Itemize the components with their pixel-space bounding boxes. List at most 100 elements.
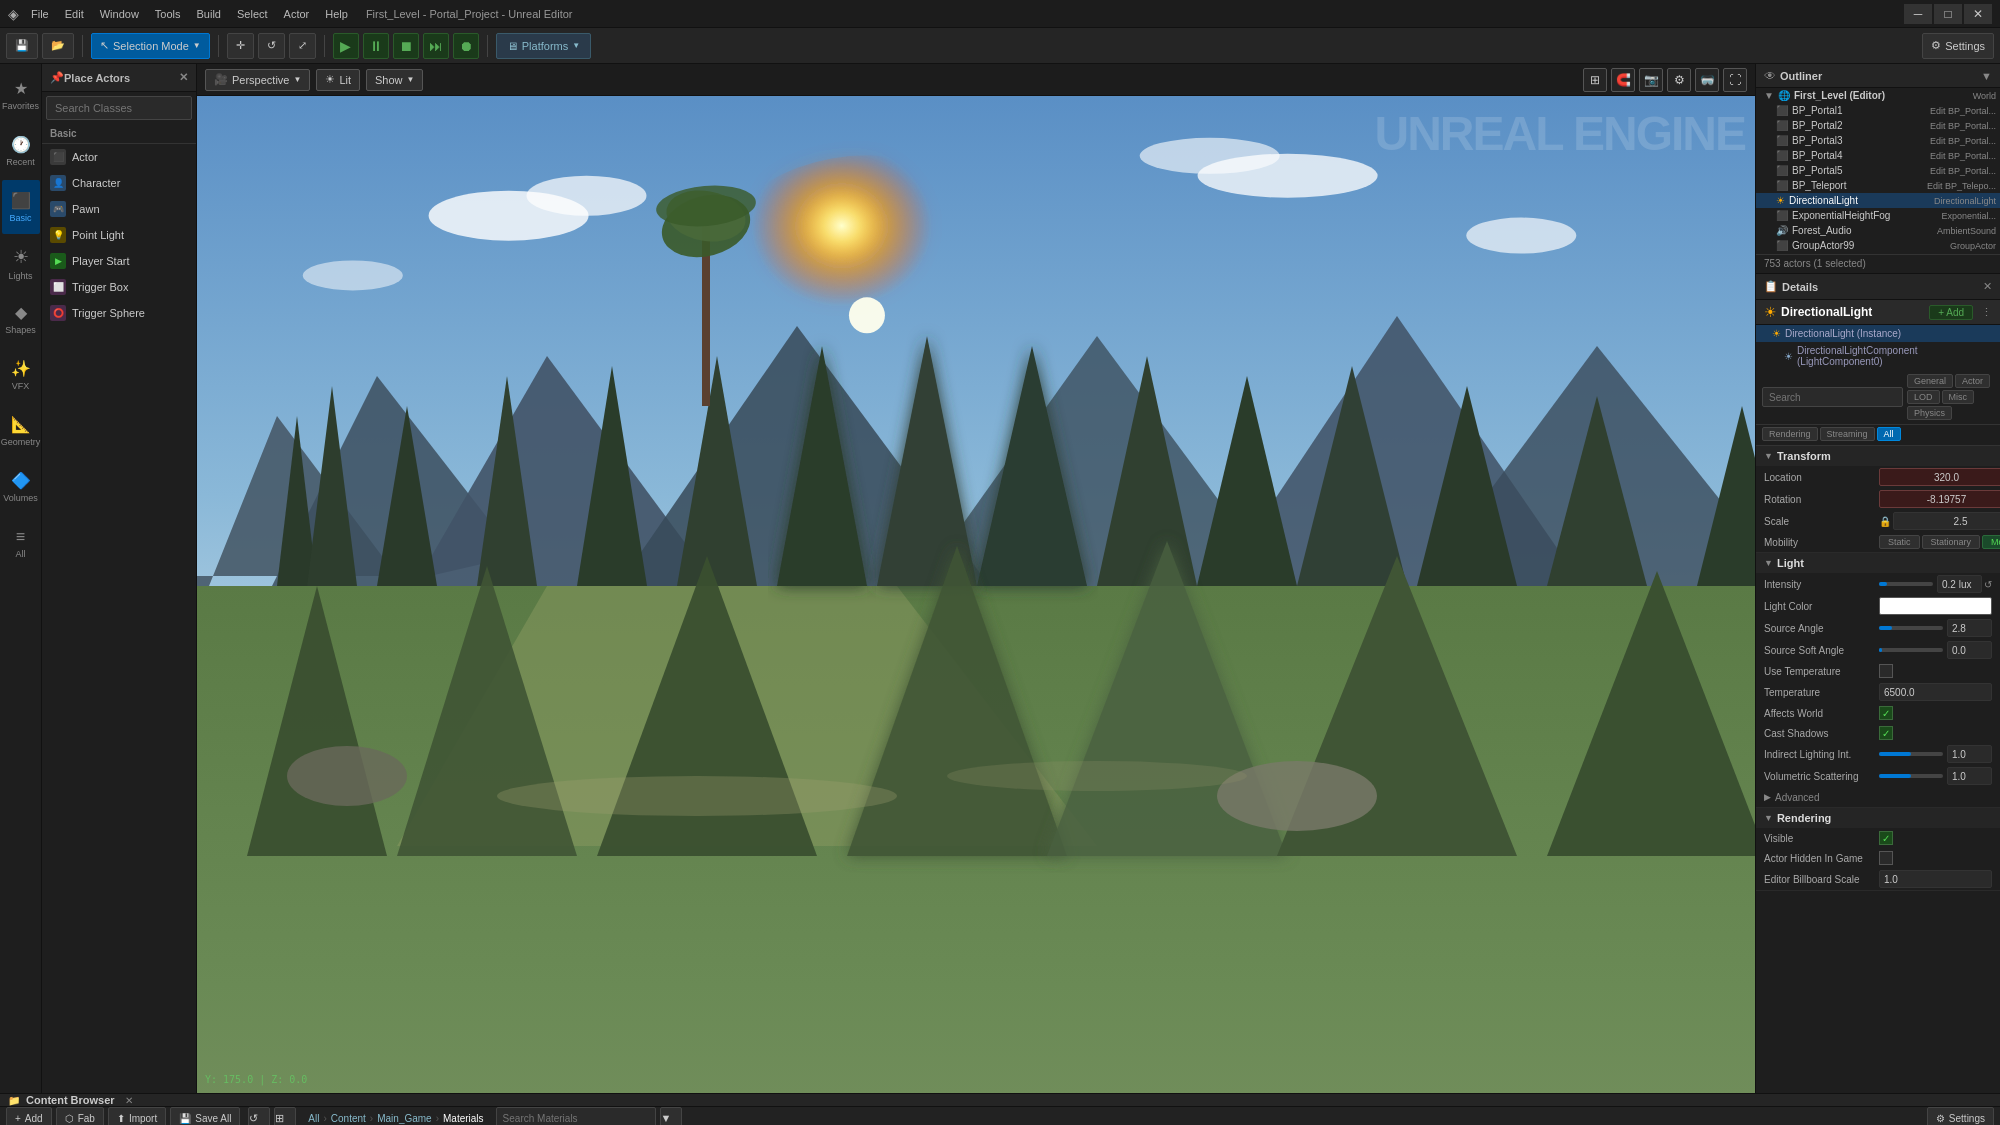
mobility-static-button[interactable]: Static	[1879, 535, 1920, 549]
breadcrumb-main-game[interactable]: Main_Game	[377, 1113, 431, 1124]
location-x-input[interactable]	[1879, 468, 2000, 486]
volumetric-scattering-value[interactable]: 1.0	[1947, 767, 1992, 785]
volumetric-scattering-track[interactable]	[1879, 774, 1943, 778]
skip-button[interactable]: ⏭	[423, 33, 449, 59]
outliner-filter-icon[interactable]: ▼	[1981, 70, 1992, 82]
use-temperature-checkbox[interactable]	[1879, 664, 1893, 678]
sidebar-item-all[interactable]: ≡ All	[2, 516, 40, 570]
scale-x-input[interactable]	[1893, 512, 2000, 530]
mobility-movable-button[interactable]: Movable	[1982, 535, 2000, 549]
stop-button[interactable]: ⏹	[393, 33, 419, 59]
details-more-icon[interactable]: ⋮	[1981, 306, 1992, 319]
actor-item-character[interactable]: 👤 Character	[42, 170, 196, 196]
open-button[interactable]: 📂	[42, 33, 74, 59]
sidebar-item-lights[interactable]: ☀ Lights	[2, 236, 40, 290]
visible-checkbox[interactable]: ✓	[1879, 831, 1893, 845]
outliner-item-exp-fog[interactable]: ⬛ ExponentialHeightFog Exponential...	[1756, 208, 2000, 223]
cb-add-button[interactable]: + Add	[6, 1107, 52, 1125]
menu-edit[interactable]: Edit	[57, 6, 92, 22]
rotate-button[interactable]: ↺	[258, 33, 285, 59]
outliner-item-bp-portal5[interactable]: ⬛ BP_Portal5 Edit BP_Portal...	[1756, 163, 2000, 178]
billboard-scale-value[interactable]: 1.0	[1879, 870, 1992, 888]
outliner-item-bp-portal4[interactable]: ⬛ BP_Portal4 Edit BP_Portal...	[1756, 148, 2000, 163]
cb-refresh-button[interactable]: ↺	[248, 1107, 270, 1125]
filter-tab-misc[interactable]: Misc	[1942, 390, 1975, 404]
filter-tab-general[interactable]: General	[1907, 374, 1953, 388]
viewport-icon-vr[interactable]: 🥽	[1695, 68, 1719, 92]
content-browser-close[interactable]: ✕	[125, 1095, 133, 1106]
sidebar-item-geometry[interactable]: 📐 Geometry	[2, 404, 40, 458]
menu-file[interactable]: File	[23, 6, 57, 22]
menu-window[interactable]: Window	[92, 6, 147, 22]
actor-item-point-light[interactable]: 💡 Point Light	[42, 222, 196, 248]
viewport-icon-camera[interactable]: 📷	[1639, 68, 1663, 92]
rotation-x-input[interactable]	[1879, 490, 2000, 508]
component-dlight-component[interactable]: ☀ DirectionalLightComponent (LightCompon…	[1756, 342, 2000, 370]
filter-tab-lod[interactable]: LOD	[1907, 390, 1940, 404]
selection-mode-button[interactable]: ↖ Selection Mode ▼	[91, 33, 210, 59]
intensity-slider-track[interactable]	[1879, 582, 1933, 586]
breadcrumb-materials[interactable]: Materials	[443, 1113, 484, 1124]
viewport-icon-snap[interactable]: 🧲	[1611, 68, 1635, 92]
breadcrumb-content[interactable]: Content	[331, 1113, 366, 1124]
cb-fab-button[interactable]: ⬡ Fab	[56, 1107, 104, 1125]
outliner-item-forest-audio[interactable]: 🔊 Forest_Audio AmbientSound	[1756, 223, 2000, 238]
menu-actor[interactable]: Actor	[276, 6, 318, 22]
viewport-icon-grid[interactable]: ⊞	[1583, 68, 1607, 92]
close-button[interactable]: ✕	[1964, 4, 1992, 24]
outliner-item-bp-portal1[interactable]: ⬛ BP_Portal1 Edit BP_Portal...	[1756, 103, 2000, 118]
cb-import-button[interactable]: ⬆ Import	[108, 1107, 166, 1125]
rendering-section-header[interactable]: ▼ Rendering	[1756, 808, 2000, 828]
actor-item-trigger-box[interactable]: ⬜ Trigger Box	[42, 274, 196, 300]
affects-world-checkbox[interactable]: ✓	[1879, 706, 1893, 720]
actor-hidden-checkbox[interactable]	[1879, 851, 1893, 865]
viewport-icon-maximize[interactable]: ⛶	[1723, 68, 1747, 92]
advanced-row[interactable]: ▶ Advanced	[1756, 787, 2000, 807]
search-classes-input[interactable]	[46, 96, 192, 120]
cb-view-button[interactable]: ⊞	[274, 1107, 296, 1125]
sidebar-item-favorites[interactable]: ★ Favorites	[2, 68, 40, 122]
maximize-button[interactable]: □	[1934, 4, 1962, 24]
place-actors-close[interactable]: ✕	[179, 71, 188, 84]
indirect-lighting-track[interactable]	[1879, 752, 1943, 756]
temperature-value[interactable]: 6500.0	[1879, 683, 1992, 701]
viewport-canvas[interactable]: Y: 175.0 | Z: 0.0 UNREAL ENGINE	[197, 96, 1755, 1093]
filter-tab-rendering[interactable]: Rendering	[1762, 427, 1818, 441]
cast-shadows-checkbox[interactable]: ✓	[1879, 726, 1893, 740]
source-soft-angle-track[interactable]	[1879, 648, 1943, 652]
filter-tab-physics[interactable]: Physics	[1907, 406, 1952, 420]
indirect-lighting-value[interactable]: 1.0	[1947, 745, 1992, 763]
details-search-input[interactable]	[1762, 387, 1903, 407]
sidebar-item-volumes[interactable]: 🔷 Volumes	[2, 460, 40, 514]
platforms-button[interactable]: 🖥 Platforms ▼	[496, 33, 591, 59]
sidebar-item-basic[interactable]: ⬛ Basic	[2, 180, 40, 234]
filter-tab-streaming[interactable]: Streaming	[1820, 427, 1875, 441]
transform-section-header[interactable]: ▼ Transform	[1756, 446, 2000, 466]
actor-item-player-start[interactable]: ▶ Player Start	[42, 248, 196, 274]
light-color-swatch[interactable]	[1879, 597, 1992, 615]
outliner-item-directional-light[interactable]: ☀ DirectionalLight DirectionalLight	[1756, 193, 2000, 208]
save-button[interactable]: 💾	[6, 33, 38, 59]
settings-button[interactable]: ⚙ Settings	[1922, 33, 1994, 59]
light-section-header[interactable]: ▼ Light	[1756, 553, 2000, 573]
source-soft-angle-value[interactable]: 0.0	[1947, 641, 1992, 659]
transform-button[interactable]: ✛	[227, 33, 254, 59]
lock-icon[interactable]: 🔒	[1879, 516, 1891, 527]
outliner-item-world[interactable]: ▼ 🌐 First_Level (Editor) World	[1756, 88, 2000, 103]
actor-item-pawn[interactable]: 🎮 Pawn	[42, 196, 196, 222]
cb-save-all-button[interactable]: 💾 Save All	[170, 1107, 240, 1125]
filter-tab-all[interactable]: All	[1877, 427, 1901, 441]
add-component-button[interactable]: + Add	[1929, 305, 1973, 320]
menu-build[interactable]: Build	[189, 6, 229, 22]
sidebar-item-recent[interactable]: 🕐 Recent	[2, 124, 40, 178]
cb-settings-button[interactable]: ⚙ Settings	[1927, 1107, 1994, 1125]
menu-select[interactable]: Select	[229, 6, 276, 22]
filter-tab-actor[interactable]: Actor	[1955, 374, 1990, 388]
actor-item-actor[interactable]: ⬛ Actor	[42, 144, 196, 170]
cb-filter-button[interactable]: ▼	[660, 1107, 682, 1125]
intensity-reset-icon[interactable]: ↺	[1984, 579, 1992, 590]
record-button[interactable]: ⏺	[453, 33, 479, 59]
outliner-item-bp-teleport[interactable]: ⬛ BP_Teleport Edit BP_Telepo...	[1756, 178, 2000, 193]
scale-button[interactable]: ⤢	[289, 33, 316, 59]
outliner-item-bp-portal2[interactable]: ⬛ BP_Portal2 Edit BP_Portal...	[1756, 118, 2000, 133]
